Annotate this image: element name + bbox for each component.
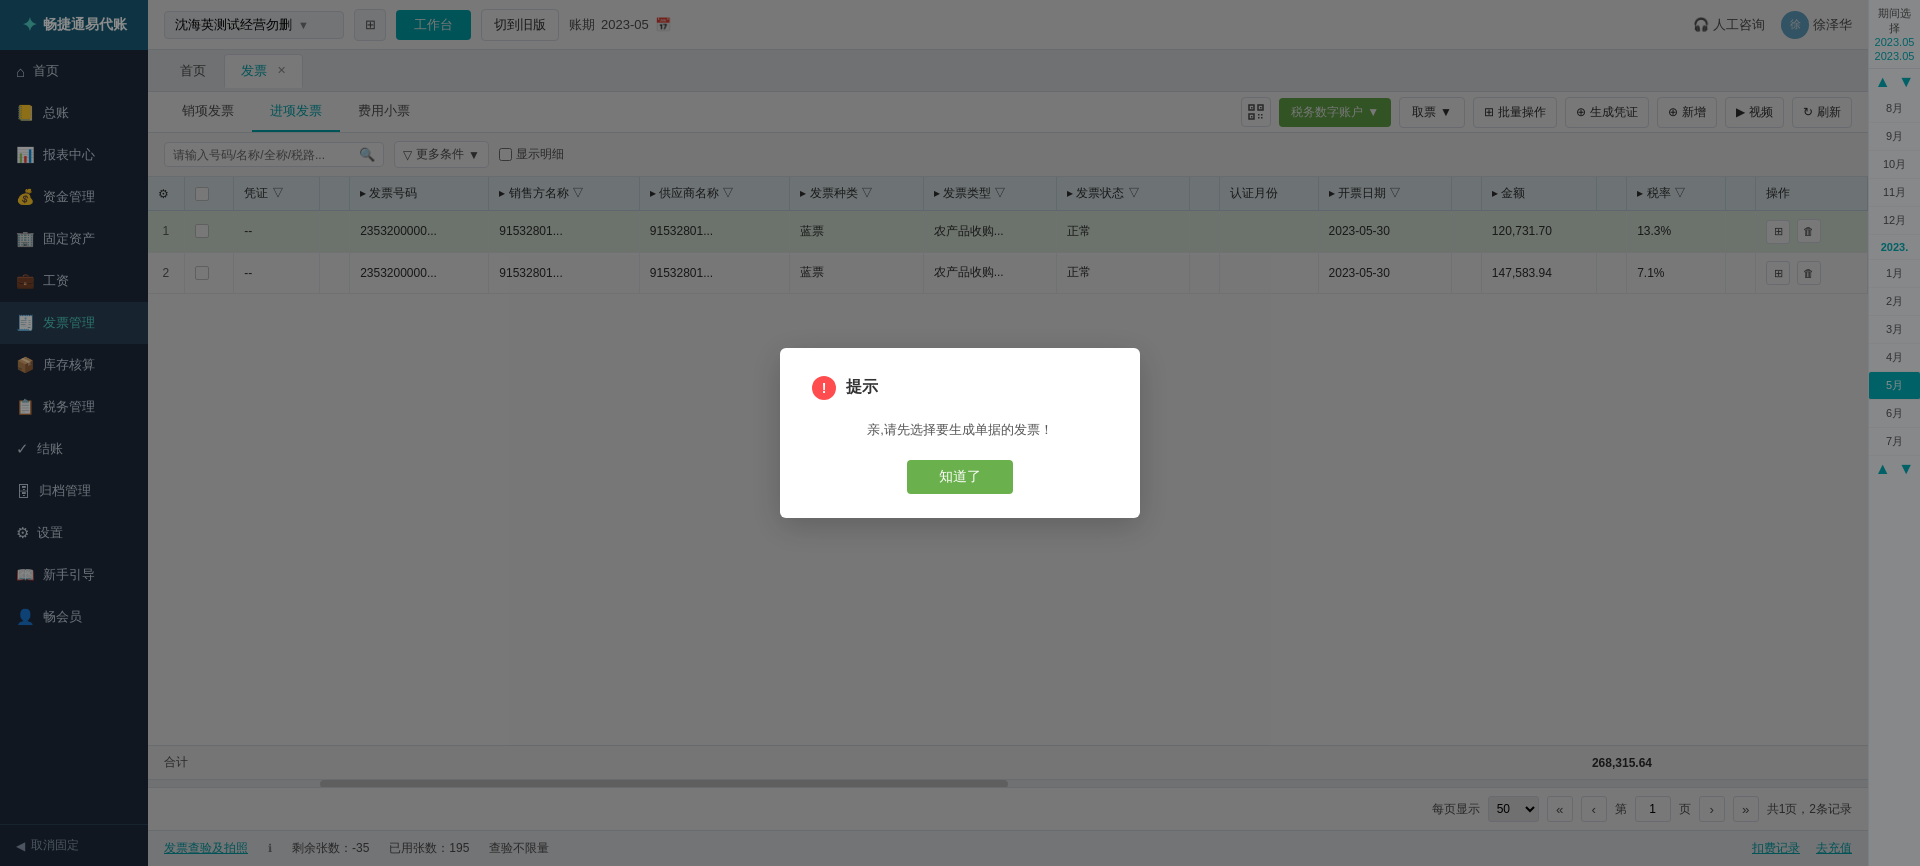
modal-warning-icon: ! — [812, 376, 836, 400]
modal-message: 亲,请先选择要生成单据的发票！ — [867, 422, 1053, 437]
modal-overlay[interactable]: ! 提示 亲,请先选择要生成单据的发票！ 知道了 — [0, 0, 1920, 866]
modal-footer: 知道了 — [812, 460, 1108, 494]
modal-body: 亲,请先选择要生成单据的发票！ — [812, 416, 1108, 445]
modal-title-row: ! 提示 — [812, 376, 878, 400]
modal-dialog: ! 提示 亲,请先选择要生成单据的发票！ 知道了 — [780, 348, 1140, 519]
modal-ok-button[interactable]: 知道了 — [907, 460, 1013, 494]
modal-title: 提示 — [846, 377, 878, 398]
